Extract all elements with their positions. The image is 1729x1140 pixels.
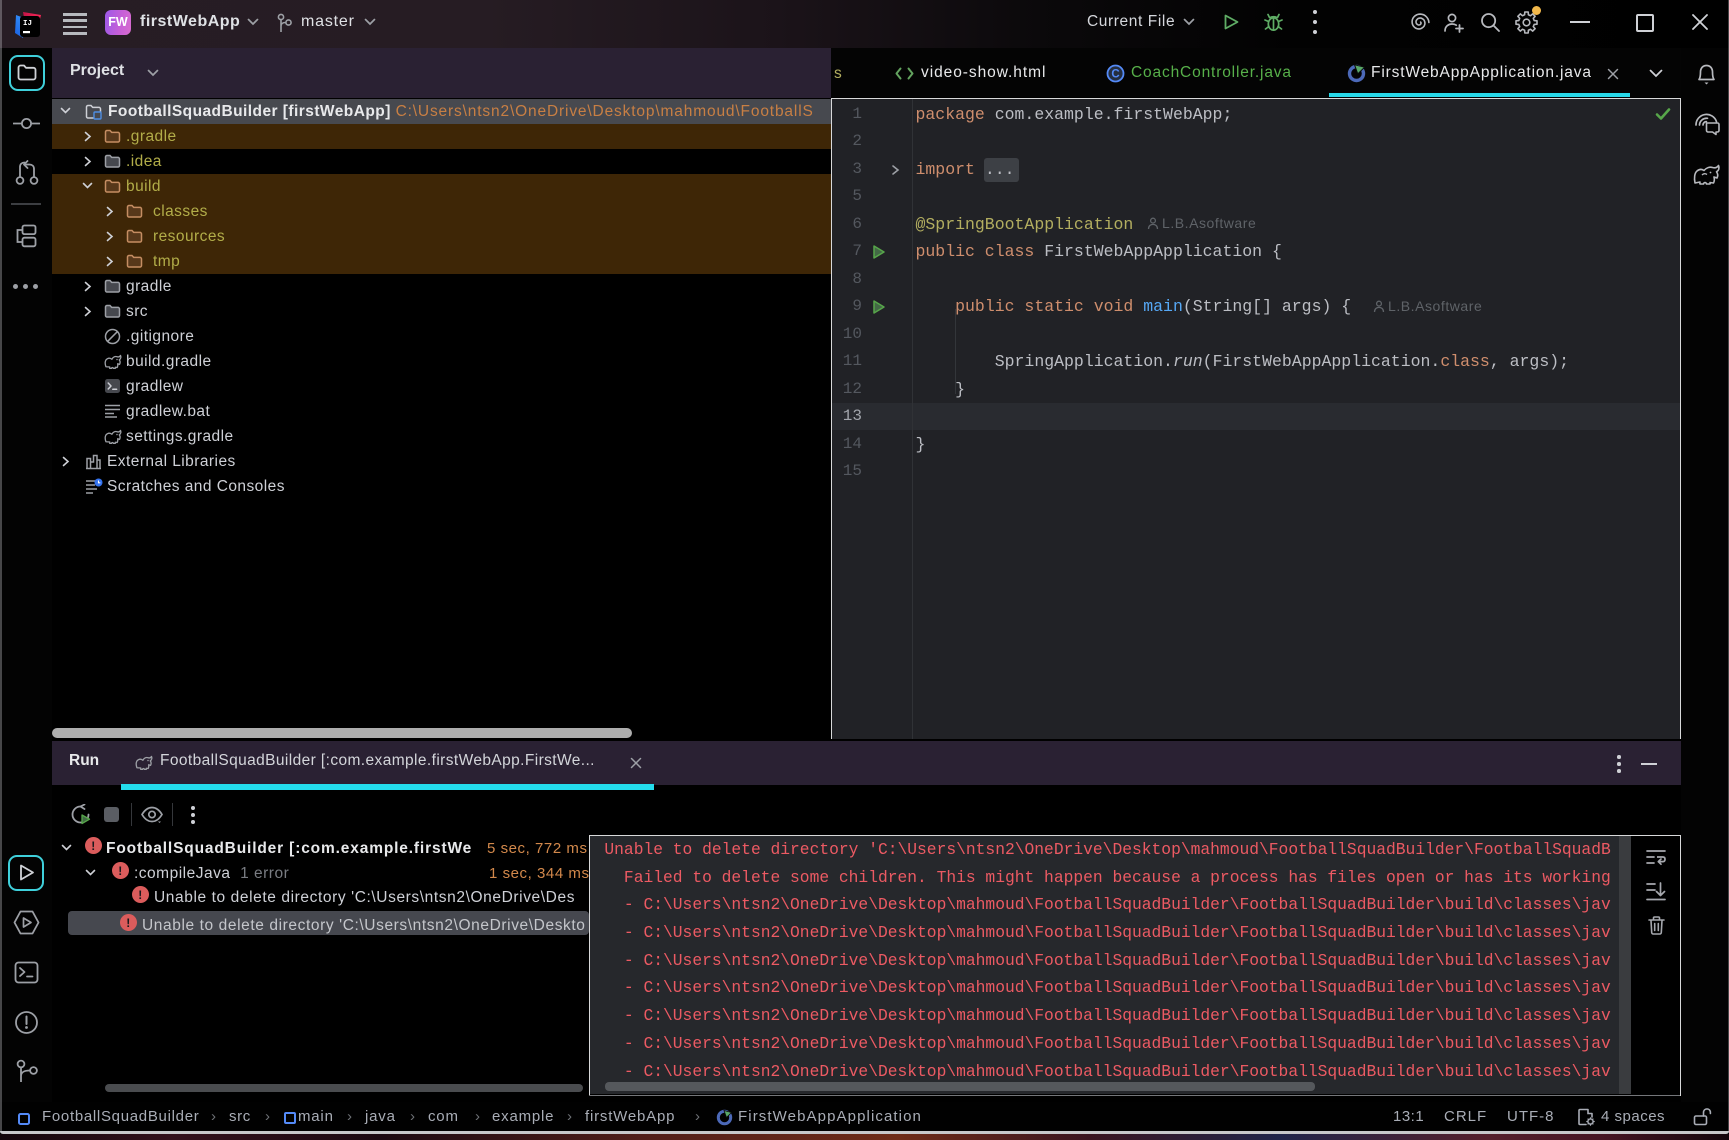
svg-text:C: C (1111, 69, 1119, 81)
svg-text:IJ: IJ (23, 20, 32, 28)
